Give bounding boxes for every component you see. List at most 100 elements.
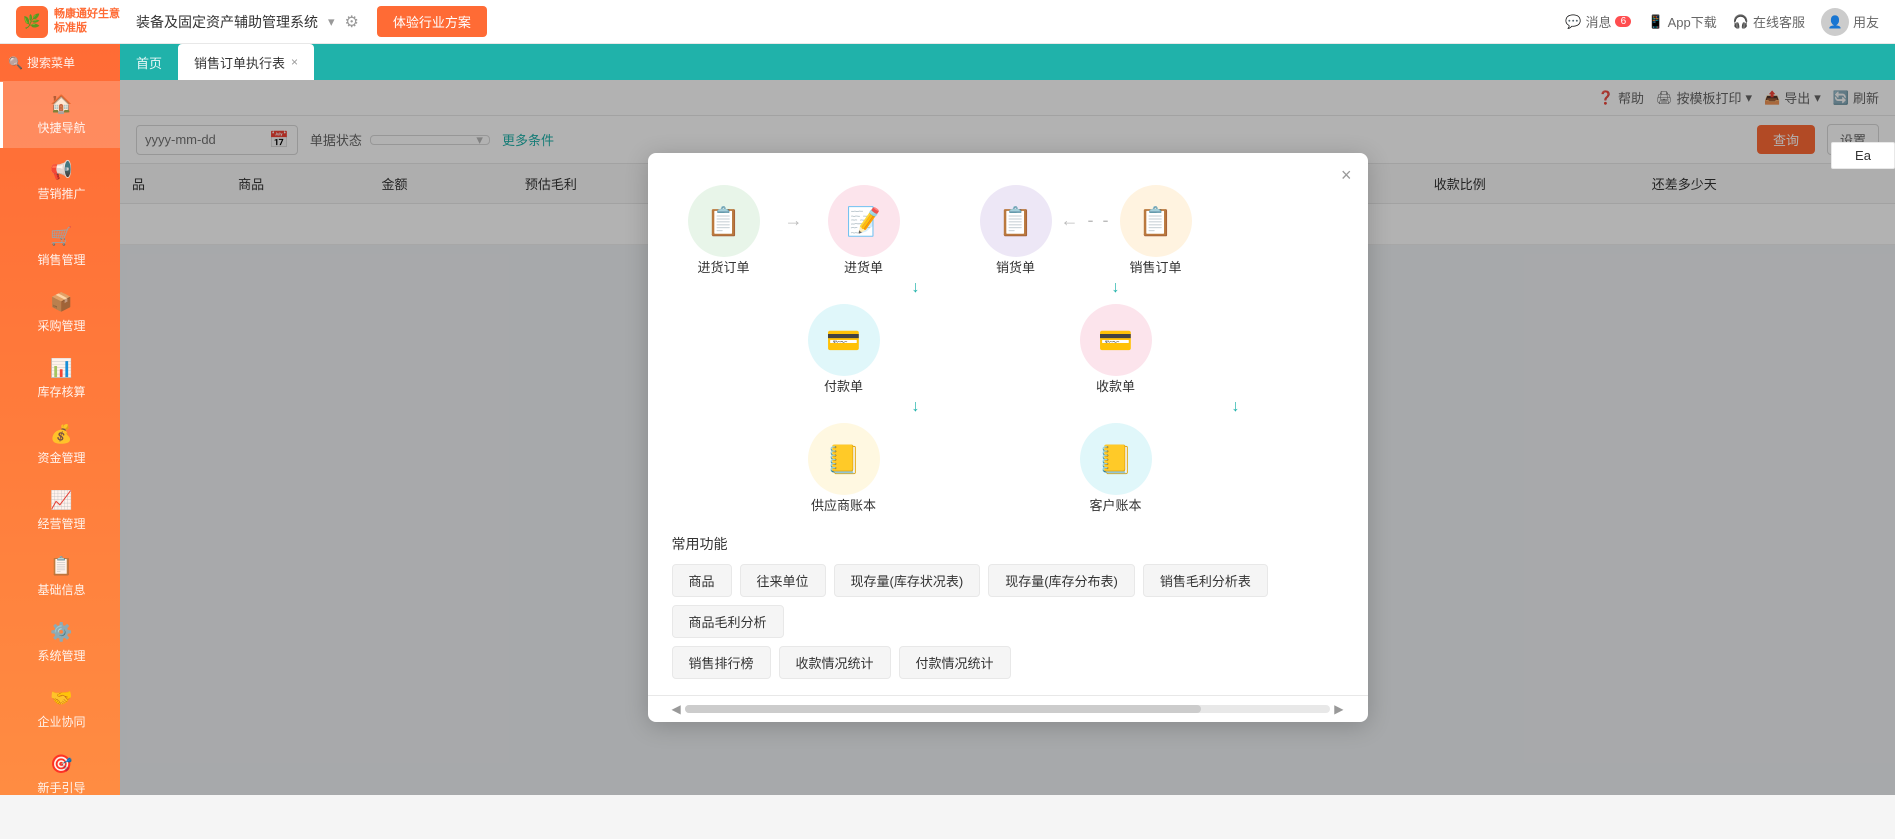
settings-icon[interactable]: ⚙ xyxy=(345,12,359,32)
sidebar-item-quick-nav[interactable]: 🏠 快捷导航 xyxy=(0,82,120,148)
dropdown-icon[interactable]: ▾ xyxy=(328,14,335,30)
flow-col-supplier: 📒 供应商账本 xyxy=(808,423,880,514)
purchase-order-node[interactable]: 📋 xyxy=(688,185,760,257)
logo-icon: 🌿 xyxy=(16,6,48,38)
scroll-area: ◀ ▶ xyxy=(648,695,1368,722)
common-functions: 常用功能 商品 往来单位 现存量(库存状况表) 现存量(库存分布表) 销售毛利分… xyxy=(648,534,1368,695)
btn-sales-ranking[interactable]: 销售排行榜 xyxy=(672,646,771,679)
topbar-right: 💬 消息 6 📱 App下载 🎧 在线客服 👤 用友 Ea xyxy=(1565,8,1879,36)
sidebar-item-sales[interactable]: 🛒 销售管理 xyxy=(0,214,120,280)
supplier-ledger-node[interactable]: 📒 xyxy=(808,423,880,495)
supplier-ledger-icon: 📒 xyxy=(826,443,861,476)
sidebar-item-cooperation[interactable]: 🤝 企业协同 xyxy=(0,676,120,742)
purchase-order-icon: 📋 xyxy=(706,205,741,238)
tab-sales-order-exec[interactable]: 销售订单执行表 × xyxy=(178,44,314,80)
flow-col-payment: 💳 付款单 xyxy=(808,304,880,395)
flow-arrows-down-2: ↓ ↓ xyxy=(856,395,1328,419)
message-icon: 💬 xyxy=(1565,14,1581,30)
app-icon: 📱 xyxy=(1647,14,1663,30)
tab-home[interactable]: 首页 xyxy=(120,44,178,80)
trial-button[interactable]: 体验行业方案 xyxy=(377,6,487,37)
customer-ledger-label: 客户账本 xyxy=(1089,495,1141,514)
customer-ledger-node[interactable]: 📒 xyxy=(1080,423,1152,495)
message-action[interactable]: 💬 消息 6 xyxy=(1565,12,1631,31)
tab-close-icon[interactable]: × xyxy=(291,55,298,69)
sidebar-item-newbie[interactable]: 🎯 新手引导 xyxy=(0,742,120,795)
arrow-down-receipt: ↓ xyxy=(1176,395,1296,419)
btn-product-gross[interactable]: 商品毛利分析 xyxy=(672,605,784,638)
scroll-bar-track[interactable] xyxy=(685,705,1331,713)
modal: × 📋 进货订单 xyxy=(648,153,1368,722)
scroll-bar-thumb xyxy=(685,705,1201,713)
sidebar-item-operations[interactable]: 📈 经营管理 xyxy=(0,478,120,544)
sidebar-item-basic-info[interactable]: 📋 基础信息 xyxy=(0,544,120,610)
avatar: 👤 xyxy=(1821,8,1849,36)
receipt-icon: 💳 xyxy=(1098,324,1133,357)
modal-overlay[interactable]: × 📋 进货订单 xyxy=(120,80,1895,795)
scroll-left-arrow[interactable]: ◀ xyxy=(672,702,681,716)
arrow-dashed: ← - - xyxy=(1056,210,1116,231)
scroll-right-arrow[interactable]: ▶ xyxy=(1334,702,1343,716)
finance-icon: 💰 xyxy=(50,424,72,445)
inventory-icon: 📊 xyxy=(50,358,72,379)
sales-bill-node[interactable]: 📋 xyxy=(980,185,1052,257)
sidebar-item-finance[interactable]: 💰 资金管理 xyxy=(0,412,120,478)
home-icon: 🏠 xyxy=(50,94,72,115)
btn-receipt-stats[interactable]: 收款情况统计 xyxy=(779,646,891,679)
arrow-down-purchase: ↓ xyxy=(856,276,976,300)
btn-sales-gross-analysis[interactable]: 销售毛利分析表 xyxy=(1143,564,1268,597)
sidebar-item-purchase[interactable]: 📦 采购管理 xyxy=(0,280,120,346)
flow-col-purchase-order: 📋 进货订单 xyxy=(688,185,760,276)
flow-row-1: 📋 进货订单 → 📝 进货单 xyxy=(688,185,1328,276)
flow-col-purchase-bill: 📝 进货单 xyxy=(828,185,900,276)
sales-bill-icon: 📋 xyxy=(998,205,1033,238)
search-menu[interactable]: 🔍 搜索菜单 xyxy=(0,44,120,82)
headset-icon: 🎧 xyxy=(1733,14,1749,30)
flow-col-receipt: 💳 收款单 xyxy=(1080,304,1152,395)
receipt-bill-node[interactable]: 💳 xyxy=(1080,304,1152,376)
btn-payment-stats[interactable]: 付款情况统计 xyxy=(899,646,1011,679)
purchase-bill-node[interactable]: 📝 xyxy=(828,185,900,257)
modal-close-button[interactable]: × xyxy=(1341,165,1352,186)
arrow-down-sales-bill: ↓ xyxy=(1112,280,1120,296)
sidebar: 🔍 搜索菜单 🏠 快捷导航 📢 营销推广 🛒 销售管理 📦 采购管理 📊 库存核… xyxy=(0,44,120,795)
arrow-down-sales: ↓ xyxy=(1056,276,1176,300)
flowchart: 📋 进货订单 → 📝 进货单 xyxy=(648,153,1368,534)
arrow-1: → xyxy=(764,210,824,231)
payment-bill-node[interactable]: 💳 xyxy=(808,304,880,376)
main-content: 首页 销售订单执行表 × ❓ 帮助 🖨 按模板打印 ▾ xyxy=(120,44,1895,795)
message-badge: 6 xyxy=(1615,16,1631,27)
marketing-icon: 📢 xyxy=(50,160,72,181)
user-action[interactable]: 👤 用友 xyxy=(1821,8,1879,36)
arrow-down-purchase-bill: ↓ xyxy=(912,280,920,296)
online-service-action[interactable]: 🎧 在线客服 xyxy=(1733,12,1805,31)
btn-contacts[interactable]: 往来单位 xyxy=(740,564,826,597)
operations-icon: 📈 xyxy=(50,490,72,511)
system-icon: ⚙️ xyxy=(50,622,72,643)
sales-icon: 🛒 xyxy=(50,226,72,247)
purchase-bill-label: 进货单 xyxy=(844,257,883,276)
content-area: ❓ 帮助 🖨 按模板打印 ▾ 📤 导出 ▾ 🔄 刷新 xyxy=(120,80,1895,795)
supplier-ledger-label: 供应商账本 xyxy=(811,495,876,514)
customer-ledger-icon: 📒 xyxy=(1098,443,1133,476)
topbar: 🌿 畅康通好生意 标准版 装备及固定资产辅助管理系统 ▾ ⚙ 体验行业方案 💬 … xyxy=(0,0,1895,44)
sidebar-item-inventory[interactable]: 📊 库存核算 xyxy=(0,346,120,412)
flow-row-2: 💳 付款单 💳 收款单 xyxy=(808,304,1328,395)
btn-current-stock-dist[interactable]: 现存量(库存分布表) xyxy=(988,564,1135,597)
purchase-bill-icon: 📝 xyxy=(846,205,881,238)
sales-bill-label: 销货单 xyxy=(996,257,1035,276)
purchase-icon: 📦 xyxy=(50,292,72,313)
btn-product[interactable]: 商品 xyxy=(672,564,732,597)
topbar-left: 装备及固定资产辅助管理系统 ▾ ⚙ 体验行业方案 xyxy=(136,6,1565,37)
logo-text: 畅康通好生意 标准版 xyxy=(54,8,120,34)
system-name: 装备及固定资产辅助管理系统 xyxy=(136,12,318,32)
payment-icon: 💳 xyxy=(826,324,861,357)
sales-order-node[interactable]: 📋 xyxy=(1120,185,1192,257)
btn-current-stock-status[interactable]: 现存量(库存状况表) xyxy=(834,564,981,597)
sidebar-item-system[interactable]: ⚙️ 系统管理 xyxy=(0,610,120,676)
app-download-action[interactable]: 📱 App下载 xyxy=(1647,12,1716,31)
flow-arrows-down: ↓ ↓ xyxy=(856,276,1328,300)
logo: 🌿 畅康通好生意 标准版 xyxy=(16,6,136,38)
sidebar-item-marketing[interactable]: 📢 营销推广 xyxy=(0,148,120,214)
common-buttons-row-1: 商品 往来单位 现存量(库存状况表) 现存量(库存分布表) 销售毛利分析表 商品… xyxy=(672,564,1344,638)
